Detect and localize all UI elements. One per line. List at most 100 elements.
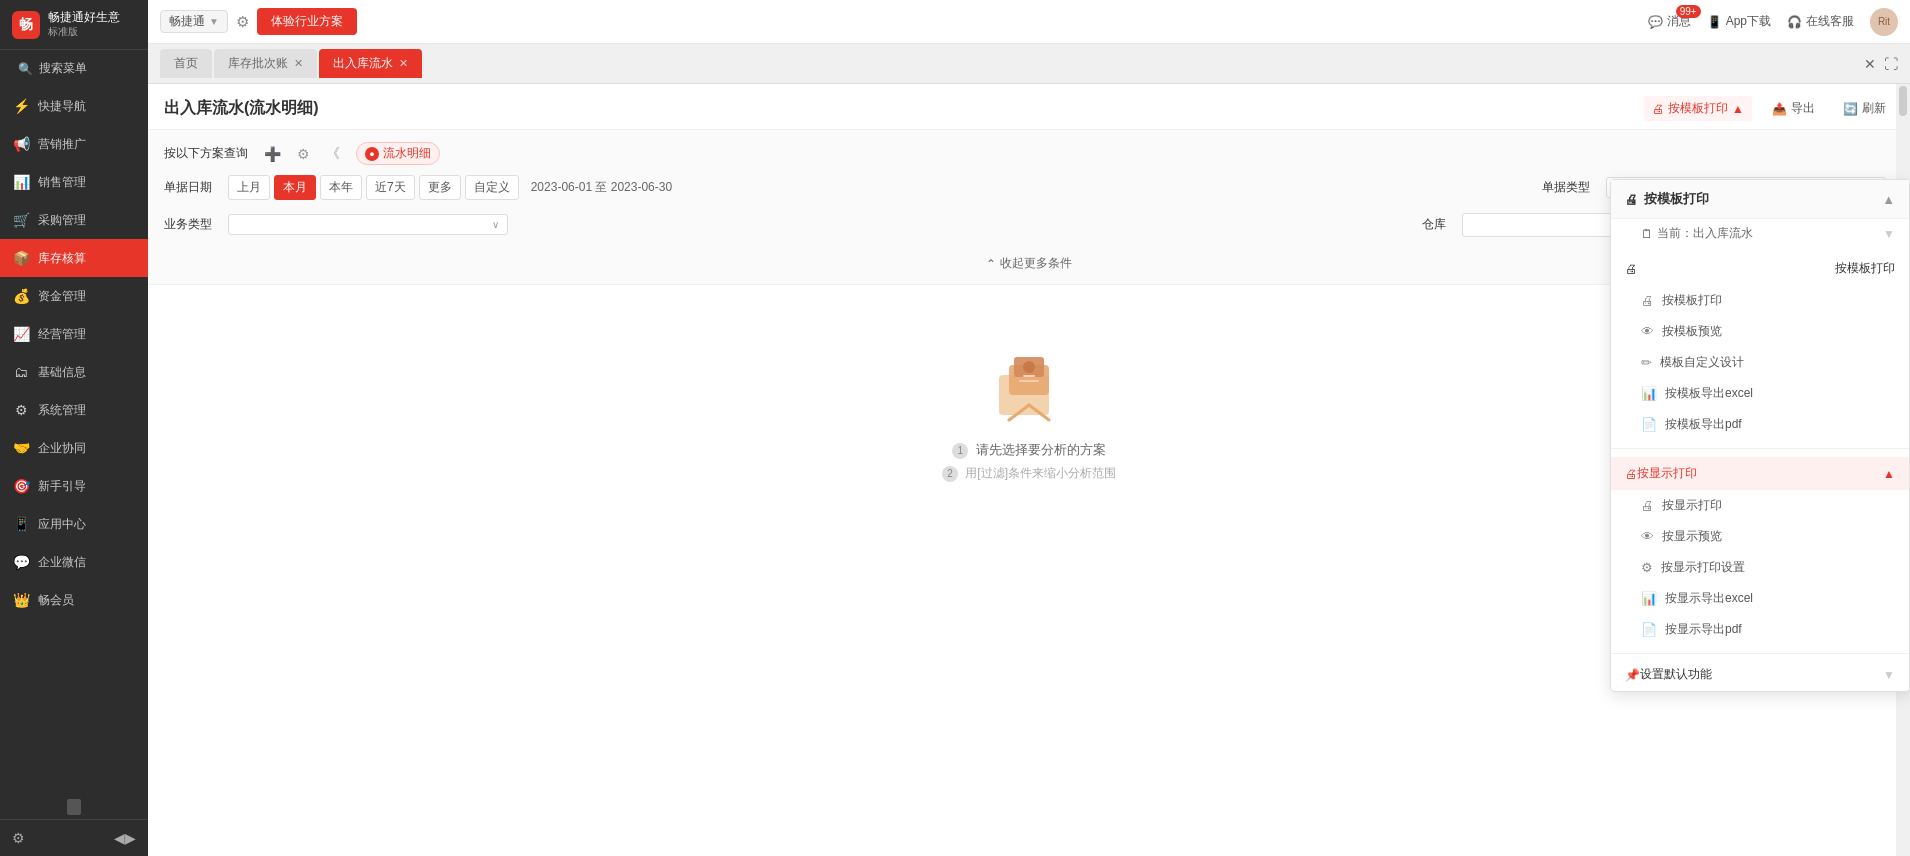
sidebar-item-purchase[interactable]: 🛒 采购管理 — [0, 201, 148, 239]
display-preview-item[interactable]: 👁 按显示预览 — [1611, 521, 1909, 552]
sidebar-item-system[interactable]: ⚙ 系统管理 — [0, 391, 148, 429]
page-actions: 🖨 按模板打印 ▲ 📤 导出 🔄 刷新 — [1644, 96, 1894, 121]
display-excel-icon: 📊 — [1641, 591, 1657, 606]
dropdown-divider — [1611, 448, 1909, 449]
date-7days-btn[interactable]: 近7天 — [366, 175, 415, 200]
date-this-year-btn[interactable]: 本年 — [320, 175, 362, 200]
topbar-gear-icon[interactable]: ⚙ — [236, 13, 249, 31]
excel-item-icon: 📊 — [1641, 386, 1657, 401]
set-default-arrow: ▼ — [1883, 668, 1895, 682]
scroll-thumb[interactable] — [1899, 86, 1907, 116]
purchase-icon: 🛒 — [12, 211, 30, 229]
page-title: 出入库流水(流水明细) — [164, 98, 319, 119]
tabbar: 首页 库存批次账 ✕ 出入库流水 ✕ ✕ ⛶ — [148, 44, 1910, 84]
download-icon: 📱 — [1707, 15, 1722, 29]
sidebar-item-enterprise[interactable]: 🤝 企业协同 — [0, 429, 148, 467]
filter-row-1: 按以下方案查询 ➕ ⚙ 《 ● 流水明细 — [164, 142, 1894, 165]
tab-close-inventory-batch[interactable]: ✕ — [294, 57, 303, 70]
member-icon: 👑 — [12, 591, 30, 609]
tab-inventory-batch[interactable]: 库存批次账 ✕ — [214, 49, 317, 78]
filter-add-icon[interactable]: ➕ — [264, 146, 281, 162]
settings-footer-icon[interactable]: ⚙ — [12, 830, 25, 846]
sidebar-item-appstore[interactable]: 📱 应用中心 — [0, 505, 148, 543]
online-service-button[interactable]: 🎧 在线客服 — [1787, 13, 1854, 30]
date-more-btn[interactable]: 更多 — [419, 175, 461, 200]
template-print-button[interactable]: 🖨 按模板打印 ▲ — [1644, 96, 1752, 121]
app-download-button[interactable]: 📱 App下载 — [1707, 13, 1771, 30]
sidebar-item-basic[interactable]: 🗂 基础信息 — [0, 353, 148, 391]
tab-close-warehouse-flow[interactable]: ✕ — [399, 57, 408, 70]
warehouse-label: 仓库 — [1422, 216, 1446, 233]
set-default-btn[interactable]: 📌 设置默认功能 ▼ — [1611, 658, 1909, 691]
sidebar-item-quick-nav[interactable]: ⚡ 快捷导航 — [0, 87, 148, 125]
svg-rect-5 — [1019, 380, 1039, 382]
display-print-settings-item[interactable]: ⚙ 按显示打印设置 — [1611, 552, 1909, 583]
collapse-sidebar-icon[interactable]: ◀▶ — [114, 830, 136, 846]
set-default-icon: 📌 — [1625, 668, 1640, 682]
sidebar-search[interactable]: 🔍 搜索菜单 — [0, 50, 148, 87]
filter-tag[interactable]: ● 流水明细 — [356, 142, 440, 165]
biz-type-select[interactable]: ∨ — [228, 214, 508, 235]
trial-button[interactable]: 体验行业方案 — [257, 8, 357, 35]
sidebar-item-operations[interactable]: 📈 经营管理 — [0, 315, 148, 353]
message-badge: 99+ — [1676, 5, 1701, 18]
doc-type-label: 单据类型 — [1542, 179, 1590, 196]
display-export-pdf-item[interactable]: 📄 按显示导出pdf — [1611, 614, 1909, 645]
date-last-month-btn[interactable]: 上月 — [228, 175, 270, 200]
display-settings-icon: ⚙ — [1641, 560, 1653, 575]
display-export-excel-item[interactable]: 📊 按显示导出excel — [1611, 583, 1909, 614]
refresh-button[interactable]: 🔄 刷新 — [1835, 96, 1894, 121]
sidebar-item-marketing[interactable]: 📢 营销推广 — [0, 125, 148, 163]
filter-collapse-icon[interactable]: 《 — [326, 145, 340, 163]
svg-point-3 — [1023, 361, 1035, 373]
display-print-header[interactable]: 🖨 按显示打印 ▲ — [1611, 457, 1909, 490]
message-button[interactable]: 💬 消息 99+ — [1648, 13, 1691, 30]
message-icon: 💬 — [1648, 15, 1663, 29]
template-preview-item[interactable]: 👁 按模板预览 — [1611, 316, 1909, 347]
tab-warehouse-flow[interactable]: 出入库流水 ✕ — [319, 49, 422, 78]
template-export-pdf-item[interactable]: 📄 按模板导出pdf — [1611, 409, 1909, 440]
logo-badge: 标准版 — [48, 25, 120, 39]
sidebar-item-guide[interactable]: 🎯 新手引导 — [0, 467, 148, 505]
biz-type-label: 业务类型 — [164, 216, 212, 233]
sidebar-scroll-up[interactable] — [67, 799, 81, 815]
quick-nav-icon: ⚡ — [12, 97, 30, 115]
sidebar-item-inventory[interactable]: 📦 库存核算 — [0, 239, 148, 277]
logo-icon: 畅 — [12, 11, 40, 39]
dropdown-title: 🖨 按模板打印 — [1625, 190, 1709, 208]
tab-expand-icon[interactable]: ⛶ — [1884, 56, 1898, 72]
user-avatar[interactable]: Rit — [1870, 8, 1898, 36]
topbar: 畅捷通 ▼ ⚙ 体验行业方案 💬 消息 99+ 📱 App下载 🎧 在线客服 R… — [148, 0, 1910, 44]
finance-icon: 💰 — [12, 287, 30, 305]
empty-illustration — [979, 345, 1079, 425]
dropdown-divider-2 — [1611, 653, 1909, 654]
dropdown-chevron-up[interactable]: ▲ — [1882, 192, 1895, 207]
template-print-header[interactable]: 🖨 按模板打印 — [1611, 252, 1909, 285]
topbar-right: 💬 消息 99+ 📱 App下载 🎧 在线客服 Rit — [1648, 8, 1898, 36]
template-print-item[interactable]: 🖨 按模板打印 — [1611, 285, 1909, 316]
template-design-item[interactable]: ✏ 模板自定义设计 — [1611, 347, 1909, 378]
date-custom-btn[interactable]: 自定义 — [465, 175, 519, 200]
display-print-item[interactable]: 🖨 按显示打印 — [1611, 490, 1909, 521]
template-export-excel-item[interactable]: 📊 按模板导出excel — [1611, 378, 1909, 409]
sidebar-item-sales[interactable]: 📊 销售管理 — [0, 163, 148, 201]
date-this-month-btn[interactable]: 本月 — [274, 175, 316, 200]
topbar-user[interactable]: 畅捷通 ▼ — [160, 10, 228, 33]
sidebar-item-member[interactable]: 👑 畅会员 — [0, 581, 148, 619]
print-item-icon: 🖨 — [1641, 293, 1654, 308]
current-arrow: ▼ — [1883, 227, 1895, 241]
section-print-icon: 🖨 — [1625, 262, 1637, 276]
display-pdf-icon: 📄 — [1641, 622, 1657, 637]
filter-settings-icon[interactable]: ⚙ — [297, 146, 310, 162]
tabbar-controls: ✕ ⛶ — [1864, 56, 1898, 72]
export-button[interactable]: 📤 导出 — [1764, 96, 1823, 121]
logo-name: 畅捷通好生意 — [48, 10, 120, 26]
chevron-up-icon: ▲ — [1732, 102, 1744, 116]
sidebar-item-wechat[interactable]: 💬 企业微信 — [0, 543, 148, 581]
tab-close-all-icon[interactable]: ✕ — [1864, 56, 1876, 72]
collapse-more-btn[interactable]: ⌃ 收起更多条件 — [986, 255, 1072, 272]
template-print-section: 🖨 按模板打印 🖨 按模板打印 👁 按模板预览 ✏ 模板自定义设计 📊 — [1611, 248, 1909, 444]
sidebar-nav: ⚡ 快捷导航 📢 营销推广 📊 销售管理 🛒 采购管理 📦 库存核算 💰 资金管… — [0, 87, 148, 795]
tab-home[interactable]: 首页 — [160, 49, 212, 78]
sidebar-item-finance[interactable]: 💰 资金管理 — [0, 277, 148, 315]
